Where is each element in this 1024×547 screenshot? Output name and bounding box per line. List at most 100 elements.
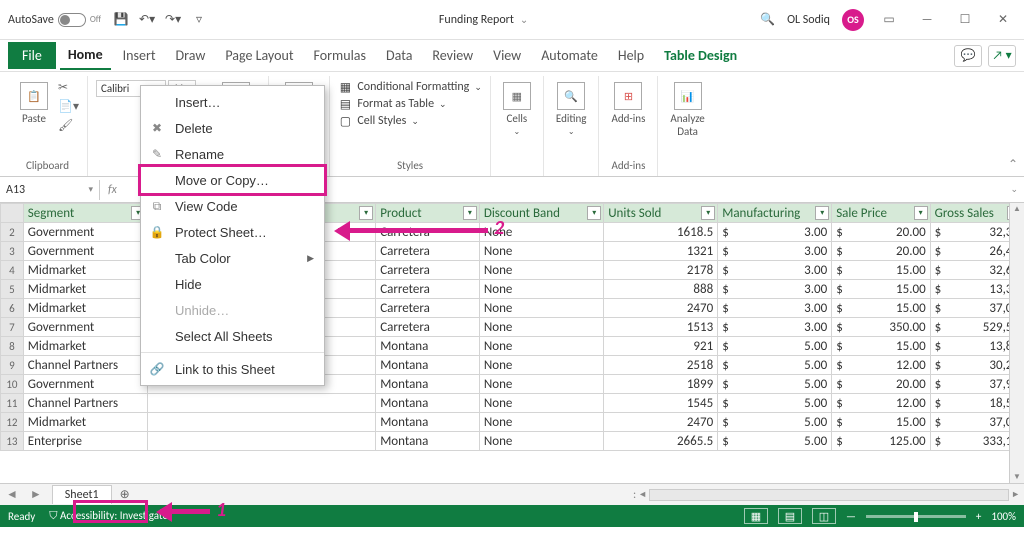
col-segment[interactable]: Segment▾ xyxy=(23,204,147,223)
zoom-slider[interactable] xyxy=(866,515,966,518)
sheet-context-menu: Insert… ✖Delete ✎Rename Move or Copy… ⧉V… xyxy=(140,85,325,386)
analyze-data-button[interactable]: 📊Analyze Data xyxy=(666,80,708,140)
menu-move-or-copy[interactable]: Move or Copy… xyxy=(138,164,327,196)
tab-file[interactable]: File xyxy=(8,42,56,69)
expand-formula-icon[interactable]: ⌄ xyxy=(1004,184,1024,195)
cell-styles-button[interactable]: ▢Cell Styles ⌄ xyxy=(338,114,481,128)
zoom-in-icon[interactable]: + xyxy=(976,510,981,523)
ribbon-mode-icon[interactable]: ▭ xyxy=(876,7,902,33)
fx-icon[interactable]: fx xyxy=(108,183,117,197)
tab-data[interactable]: Data xyxy=(378,42,420,69)
table-row[interactable]: 13EnterpriseMontanaNone2665.5$5.00$125.0… xyxy=(1,432,1024,451)
table-row[interactable]: 12MidmarketMontanaNone2470$5.00$15.00$37… xyxy=(1,413,1024,432)
horizontal-scrollbar[interactable] xyxy=(649,489,1009,501)
toggle-off-icon xyxy=(58,13,86,27)
filter-icon[interactable]: ▾ xyxy=(359,206,373,220)
autosave-toggle[interactable]: AutoSave Off xyxy=(8,13,101,27)
maximize-icon[interactable]: ☐ xyxy=(952,7,978,33)
document-title[interactable]: Funding Report xyxy=(439,13,514,27)
editing-button[interactable]: 🔍Editing⌄ xyxy=(552,80,591,139)
cut-icon[interactable]: ✂ xyxy=(58,80,79,95)
cells-icon: ▦ xyxy=(503,82,531,110)
select-all-corner[interactable] xyxy=(1,204,24,223)
tab-help[interactable]: Help xyxy=(610,42,652,69)
share-button[interactable]: ↗ ▾ xyxy=(988,45,1016,67)
qat-dropdown-icon[interactable]: ▿ xyxy=(191,12,207,28)
styles-group-label: Styles xyxy=(397,157,423,176)
editing-icon: 🔍 xyxy=(557,82,585,110)
normal-view-icon[interactable]: ▦ xyxy=(744,508,768,524)
menu-unhide: Unhide… xyxy=(141,297,324,323)
col-units[interactable]: Units Sold▾ xyxy=(604,204,718,223)
zoom-level[interactable]: 100% xyxy=(991,510,1016,523)
col-price[interactable]: Sale Price▾ xyxy=(832,204,930,223)
paste-button[interactable]: 📋 Paste xyxy=(16,80,52,127)
search-icon[interactable]: 🔍 xyxy=(760,12,775,27)
undo-icon[interactable]: ↶▾ xyxy=(139,12,155,28)
menu-link-to-sheet[interactable]: 🔗Link to this Sheet xyxy=(141,356,324,382)
avatar[interactable]: OS xyxy=(842,9,864,31)
menu-view-code[interactable]: ⧉View Code xyxy=(141,193,324,219)
name-box[interactable]: A13▾ xyxy=(0,180,100,200)
conditional-formatting-button[interactable]: ▦Conditional Formatting ⌄ xyxy=(338,80,481,94)
lock-icon: 🔒 xyxy=(149,224,165,240)
hscroll-left-icon[interactable]: ◄ xyxy=(638,489,647,500)
redo-icon[interactable]: ↷▾ xyxy=(165,12,181,28)
tab-insert[interactable]: Insert xyxy=(115,42,164,69)
format-as-table-button[interactable]: ▤Format as Table ⌄ xyxy=(338,97,481,111)
menu-hide[interactable]: Hide xyxy=(141,271,324,297)
filter-icon[interactable]: ▾ xyxy=(815,206,829,220)
clipboard-icon: 📋 xyxy=(20,82,48,110)
page-layout-view-icon[interactable]: ▤ xyxy=(778,508,802,524)
status-ready: Ready xyxy=(8,510,35,523)
callout-arrow-2 xyxy=(338,228,488,233)
close-icon[interactable]: ✕ xyxy=(990,7,1016,33)
hscroll-right-icon[interactable]: ► xyxy=(1011,489,1020,500)
chevron-down-icon[interactable]: ⌄ xyxy=(520,13,528,26)
tab-formulas[interactable]: Formulas xyxy=(306,42,374,69)
comments-button[interactable]: 💬 xyxy=(954,45,982,67)
filter-icon[interactable]: ▾ xyxy=(701,206,715,220)
addins-group-label: Add-ins xyxy=(611,157,645,176)
cell-styles-icon: ▢ xyxy=(338,114,352,128)
tab-review[interactable]: Review xyxy=(424,42,481,69)
save-icon[interactable]: 💾 xyxy=(113,12,129,28)
menu-delete[interactable]: ✖Delete xyxy=(141,115,324,141)
zoom-out-icon[interactable]: — xyxy=(846,510,856,523)
link-icon: 🔗 xyxy=(149,361,165,377)
vertical-scrollbar[interactable] xyxy=(1009,203,1024,483)
menu-insert[interactable]: Insert… xyxy=(141,89,324,115)
collapse-ribbon-icon[interactable]: ⌃ xyxy=(1008,157,1018,172)
tab-table-design[interactable]: Table Design xyxy=(656,42,745,69)
addins-button[interactable]: ⊞Add-ins xyxy=(607,80,649,127)
cells-button[interactable]: ▦Cells⌄ xyxy=(499,80,535,139)
sheet-nav-prev-icon[interactable]: ◄ xyxy=(0,487,24,502)
col-mfg[interactable]: Manufacturing▾ xyxy=(718,204,832,223)
addins-icon: ⊞ xyxy=(614,82,642,110)
analyze-icon: 📊 xyxy=(674,82,702,110)
filter-icon[interactable]: ▾ xyxy=(587,206,601,220)
copy-icon[interactable]: 📄▾ xyxy=(58,99,79,114)
tab-automate[interactable]: Automate xyxy=(533,42,606,69)
menu-select-all-sheets[interactable]: Select All Sheets xyxy=(141,323,324,349)
tab-draw[interactable]: Draw xyxy=(168,42,214,69)
filter-icon[interactable]: ▾ xyxy=(914,206,928,220)
col-product[interactable]: Product▾ xyxy=(376,204,480,223)
table-row[interactable]: 11Channel PartnersMontanaNone1545$5.00$1… xyxy=(1,394,1024,413)
sheet-nav-next-icon[interactable]: ► xyxy=(24,487,48,502)
menu-tab-color[interactable]: Tab Color▶ xyxy=(141,245,324,271)
menu-protect-sheet[interactable]: 🔒Protect Sheet… xyxy=(141,219,324,245)
page-break-view-icon[interactable]: ◫ xyxy=(812,508,836,524)
filter-icon[interactable]: ▾ xyxy=(463,206,477,220)
format-painter-icon[interactable]: 🖌 xyxy=(58,118,79,133)
tab-page-layout[interactable]: Page Layout xyxy=(217,42,301,69)
minimize-icon[interactable]: — xyxy=(914,7,940,33)
table-icon: ▤ xyxy=(338,97,352,111)
add-sheet-icon[interactable]: ⊕ xyxy=(112,487,138,502)
tab-view[interactable]: View xyxy=(485,42,529,69)
chevron-right-icon: ▶ xyxy=(307,253,314,264)
callout-number-1: 1 xyxy=(216,498,226,522)
tab-home[interactable]: Home xyxy=(60,41,111,70)
sheet-tab-sheet1[interactable]: Sheet1 xyxy=(52,485,112,504)
rename-icon: ✎ xyxy=(149,146,165,162)
